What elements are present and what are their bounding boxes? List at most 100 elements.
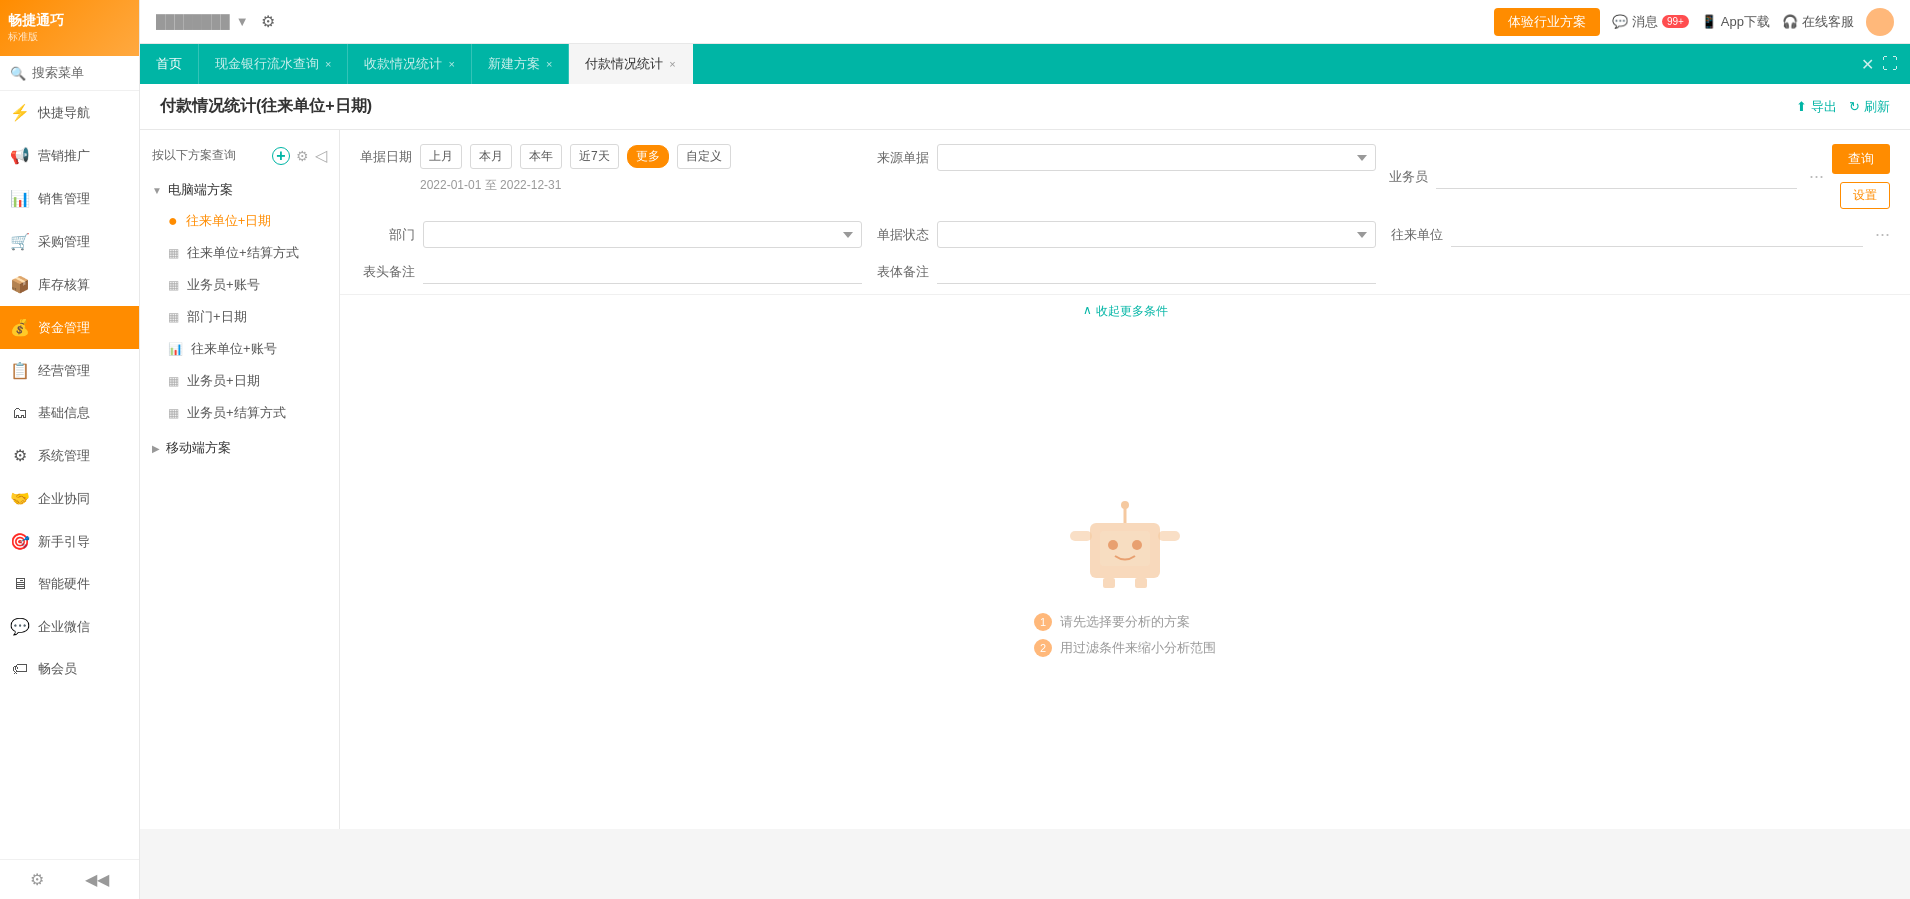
scheme-item-dept-date[interactable]: ▦ 部门+日期: [140, 301, 339, 333]
tab-cash-flow-close[interactable]: ×: [325, 58, 331, 70]
sidebar-item-wechat[interactable]: 💬 企业微信: [0, 605, 139, 648]
sidebar-item-vip[interactable]: 🏷 畅会员: [0, 648, 139, 690]
header-note-input[interactable]: [423, 260, 862, 284]
tab-cash-flow[interactable]: 现金银行流水查询 ×: [199, 44, 348, 84]
date-btn-this-month[interactable]: 本月: [470, 144, 512, 169]
partner-input[interactable]: [1451, 223, 1863, 247]
sidebar-item-inventory[interactable]: 📦 库存核算: [0, 263, 139, 306]
salesperson-input[interactable]: [1436, 165, 1797, 189]
refresh-label: 刷新: [1864, 98, 1890, 116]
scheme-settings-btn[interactable]: ⚙: [296, 148, 309, 164]
sidebar-collapse-btn[interactable]: ◀◀: [85, 870, 109, 889]
messages-label: 消息: [1632, 13, 1658, 31]
sidebar-item-quick-nav[interactable]: ⚡ 快捷导航: [0, 91, 139, 134]
refresh-btn[interactable]: ↻ 刷新: [1849, 98, 1890, 116]
scheme-item-partner-settlement[interactable]: ▦ 往来单位+结算方式: [140, 237, 339, 269]
topbar-settings-icon[interactable]: ⚙: [261, 12, 275, 31]
app-download-btn[interactable]: 📱 App下载: [1701, 13, 1770, 31]
scheme-item-label3: 部门+日期: [187, 308, 247, 326]
svg-point-2: [1108, 540, 1118, 550]
sidebar-item-capital[interactable]: 💰 资金管理: [0, 306, 139, 349]
vip-icon: 🏷: [10, 660, 30, 678]
sidebar-settings-btn[interactable]: ⚙: [30, 870, 44, 889]
date-label: 单据日期: [360, 148, 412, 166]
export-btn[interactable]: ⬆ 导出: [1796, 98, 1837, 116]
svg-point-5: [1121, 501, 1129, 509]
filter-salesperson-group: 业务员 ··· 查询 设置: [1388, 144, 1890, 209]
settings-btn[interactable]: 设置: [1840, 182, 1890, 209]
query-btn[interactable]: 查询: [1832, 144, 1890, 174]
trial-btn[interactable]: 体验行业方案: [1494, 8, 1600, 36]
online-service-btn[interactable]: 🎧 在线客服: [1782, 13, 1854, 31]
header-note-label: 表头备注: [360, 263, 415, 281]
sidebar-item-label: 基础信息: [38, 404, 90, 422]
filter-dept-group: 部门: [360, 221, 862, 248]
message-icon: 💬: [1612, 14, 1628, 29]
tip-num-1: 1: [1034, 613, 1052, 631]
capital-icon: 💰: [10, 318, 30, 337]
scheme-item-salesperson-date[interactable]: ▦ 业务员+日期: [140, 365, 339, 397]
sidebar-item-hardware[interactable]: 🖥 智能硬件: [0, 563, 139, 605]
sidebar-search[interactable]: 🔍 搜索菜单: [0, 56, 139, 91]
scheme-item-icon6: ▦: [168, 406, 179, 420]
tab-close-all-btn[interactable]: ✕: [1861, 55, 1874, 74]
scheme-item-partner-date[interactable]: ● 往来单位+日期: [140, 205, 339, 237]
body-note-label: 表体备注: [874, 263, 929, 281]
collapse-bar[interactable]: ∧ 收起更多条件: [340, 294, 1910, 328]
tab-cash-flow-label: 现金银行流水查询: [215, 55, 319, 73]
scheme-group-mobile: ▶ 移动端方案: [140, 433, 339, 463]
quick-nav-icon: ⚡: [10, 103, 30, 122]
scheme-item-partner-date-label: 往来单位+日期: [186, 212, 272, 230]
messages-btn[interactable]: 💬 消息 99+: [1612, 13, 1689, 31]
scheme-item-partner-account[interactable]: 📊 往来单位+账号: [140, 333, 339, 365]
date-btn-7days[interactable]: 近7天: [570, 144, 619, 169]
tab-payments-close[interactable]: ×: [669, 58, 675, 70]
mobile-group-arrow: ▶: [152, 443, 160, 454]
tab-expand-btn[interactable]: ⛶: [1882, 55, 1898, 73]
sidebar-item-system[interactable]: ⚙ 系统管理: [0, 434, 139, 477]
sidebar-item-purchase[interactable]: 🛒 采购管理: [0, 220, 139, 263]
status-select[interactable]: [937, 221, 1376, 248]
scheme-group-desktop-title[interactable]: ▼ 电脑端方案: [140, 175, 339, 205]
scheme-item-salesperson-settlement[interactable]: ▦ 业务员+结算方式: [140, 397, 339, 429]
page-header: 付款情况统计(往来单位+日期) ⬆ 导出 ↻ 刷新: [140, 84, 1910, 130]
date-btn-this-year[interactable]: 本年: [520, 144, 562, 169]
date-btn-more[interactable]: 更多: [627, 145, 669, 168]
mobile-group-label: 移动端方案: [166, 439, 231, 457]
scheme-item-salesperson-account[interactable]: ▦ 业务员+账号: [140, 269, 339, 301]
scheme-add-btn[interactable]: +: [272, 147, 290, 165]
sidebar-item-label: 快捷导航: [38, 104, 90, 122]
empty-tips: 1 请先选择要分析的方案 2 用过滤条件来缩小分析范围: [1034, 613, 1216, 665]
tab-new-scheme[interactable]: 新建方案 ×: [472, 44, 569, 84]
company-dropdown-icon[interactable]: ▼: [236, 14, 249, 29]
sidebar-item-operations[interactable]: 📋 经营管理: [0, 349, 139, 392]
salesperson-dots[interactable]: ···: [1809, 166, 1824, 187]
empty-area: 1 请先选择要分析的方案 2 用过滤条件来缩小分析范围: [340, 328, 1910, 829]
body-note-input[interactable]: [937, 260, 1376, 284]
source-select[interactable]: [937, 144, 1376, 171]
tab-receivables[interactable]: 收款情况统计 ×: [348, 44, 471, 84]
filter-query-actions: 查询 设置: [1832, 144, 1890, 209]
date-btn-custom[interactable]: 自定义: [677, 144, 731, 169]
user-avatar[interactable]: [1866, 8, 1894, 36]
scheme-collapse-btn[interactable]: ◁: [315, 146, 327, 165]
tab-payments[interactable]: 付款情况统计 ×: [569, 44, 692, 84]
main-area: ████████ ▼ ⚙ 体验行业方案 💬 消息 99+ 📱 App下载 🎧 在…: [140, 0, 1910, 899]
dept-select[interactable]: [423, 221, 862, 248]
sidebar-item-sales[interactable]: 📊 销售管理: [0, 177, 139, 220]
filter-source-group: 来源单据: [874, 144, 1376, 171]
sidebar-item-label: 营销推广: [38, 147, 90, 165]
tab-new-scheme-close[interactable]: ×: [546, 58, 552, 70]
partner-dots[interactable]: ···: [1875, 224, 1890, 245]
scheme-group-mobile-title[interactable]: ▶ 移动端方案: [140, 433, 339, 463]
tab-home[interactable]: 首页: [140, 44, 199, 84]
tab-receivables-close[interactable]: ×: [448, 58, 454, 70]
operations-icon: 📋: [10, 361, 30, 380]
sidebar-nav: ⚡ 快捷导航 📢 营销推广 📊 销售管理 🛒 采购管理 📦 库存核算 💰 资金管…: [0, 91, 139, 859]
sidebar-item-enterprise[interactable]: 🤝 企业协同: [0, 477, 139, 520]
sidebar-item-basic-info[interactable]: 🗂 基础信息: [0, 392, 139, 434]
date-btn-last-month[interactable]: 上月: [420, 144, 462, 169]
tab-receivables-label: 收款情况统计: [364, 55, 442, 73]
sidebar-item-marketing[interactable]: 📢 营销推广: [0, 134, 139, 177]
sidebar-item-guide[interactable]: 🎯 新手引导: [0, 520, 139, 563]
